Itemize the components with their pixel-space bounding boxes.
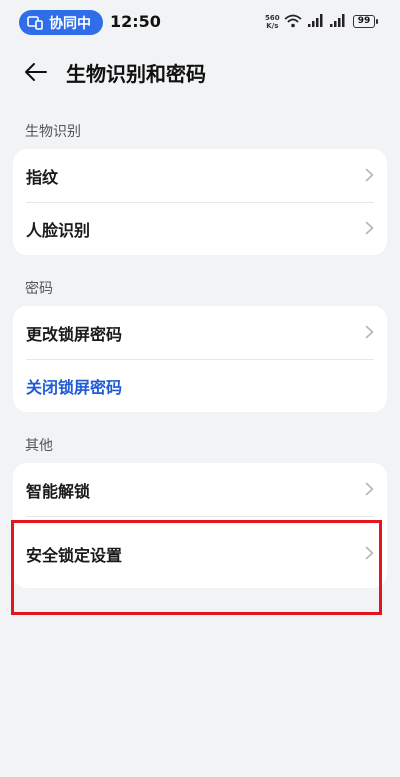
clock: 12:50 bbox=[110, 12, 161, 31]
signal-icon-sim2 bbox=[330, 14, 345, 27]
page-title: 生物识别和密码 bbox=[66, 62, 206, 86]
collaboration-pill[interactable]: 协同中 bbox=[19, 10, 103, 35]
settings-row-disable-lock-password[interactable]: 关闭锁屏密码 bbox=[13, 359, 387, 412]
network-speed-unit: K/s bbox=[266, 22, 279, 30]
chevron-right-icon bbox=[365, 168, 374, 182]
row-label: 人脸识别 bbox=[26, 221, 91, 240]
settings-row-change-lock-password[interactable]: 更改锁屏密码 bbox=[13, 306, 387, 359]
collab-label: 协同中 bbox=[49, 15, 91, 32]
wifi-icon bbox=[284, 14, 302, 28]
row-label: 智能解锁 bbox=[26, 482, 91, 501]
settings-row-smart-unlock[interactable]: 智能解锁 bbox=[13, 463, 387, 516]
battery-tip bbox=[376, 19, 378, 24]
row-label: 关闭锁屏密码 bbox=[26, 378, 123, 397]
highlight-box bbox=[11, 520, 382, 615]
section-label-other: 其他 bbox=[25, 438, 53, 454]
chevron-right-icon bbox=[365, 325, 374, 339]
biometrics-card: 指纹 人脸识别 bbox=[13, 149, 387, 255]
status-bar: 协同中 12:50 560 K/s 99 bbox=[0, 0, 400, 44]
row-label: 更改锁屏密码 bbox=[26, 325, 123, 344]
signal-icon-sim1 bbox=[308, 14, 323, 27]
chevron-right-icon bbox=[365, 221, 374, 235]
multi-device-icon bbox=[27, 15, 43, 30]
row-label: 指纹 bbox=[26, 168, 59, 187]
settings-row-fingerprint[interactable]: 指纹 bbox=[13, 149, 387, 202]
section-label-password: 密码 bbox=[25, 281, 53, 297]
network-speed: 560 K/s bbox=[265, 14, 280, 30]
section-label-biometrics: 生物识别 bbox=[25, 124, 81, 140]
battery-icon: 99 bbox=[353, 15, 375, 28]
settings-row-face-recognition[interactable]: 人脸识别 bbox=[13, 202, 387, 255]
chevron-right-icon bbox=[365, 482, 374, 496]
network-speed-value: 560 bbox=[265, 14, 280, 22]
app-header: 生物识别和密码 bbox=[0, 50, 400, 94]
password-card: 更改锁屏密码 关闭锁屏密码 bbox=[13, 306, 387, 412]
back-arrow-icon[interactable] bbox=[24, 60, 48, 84]
